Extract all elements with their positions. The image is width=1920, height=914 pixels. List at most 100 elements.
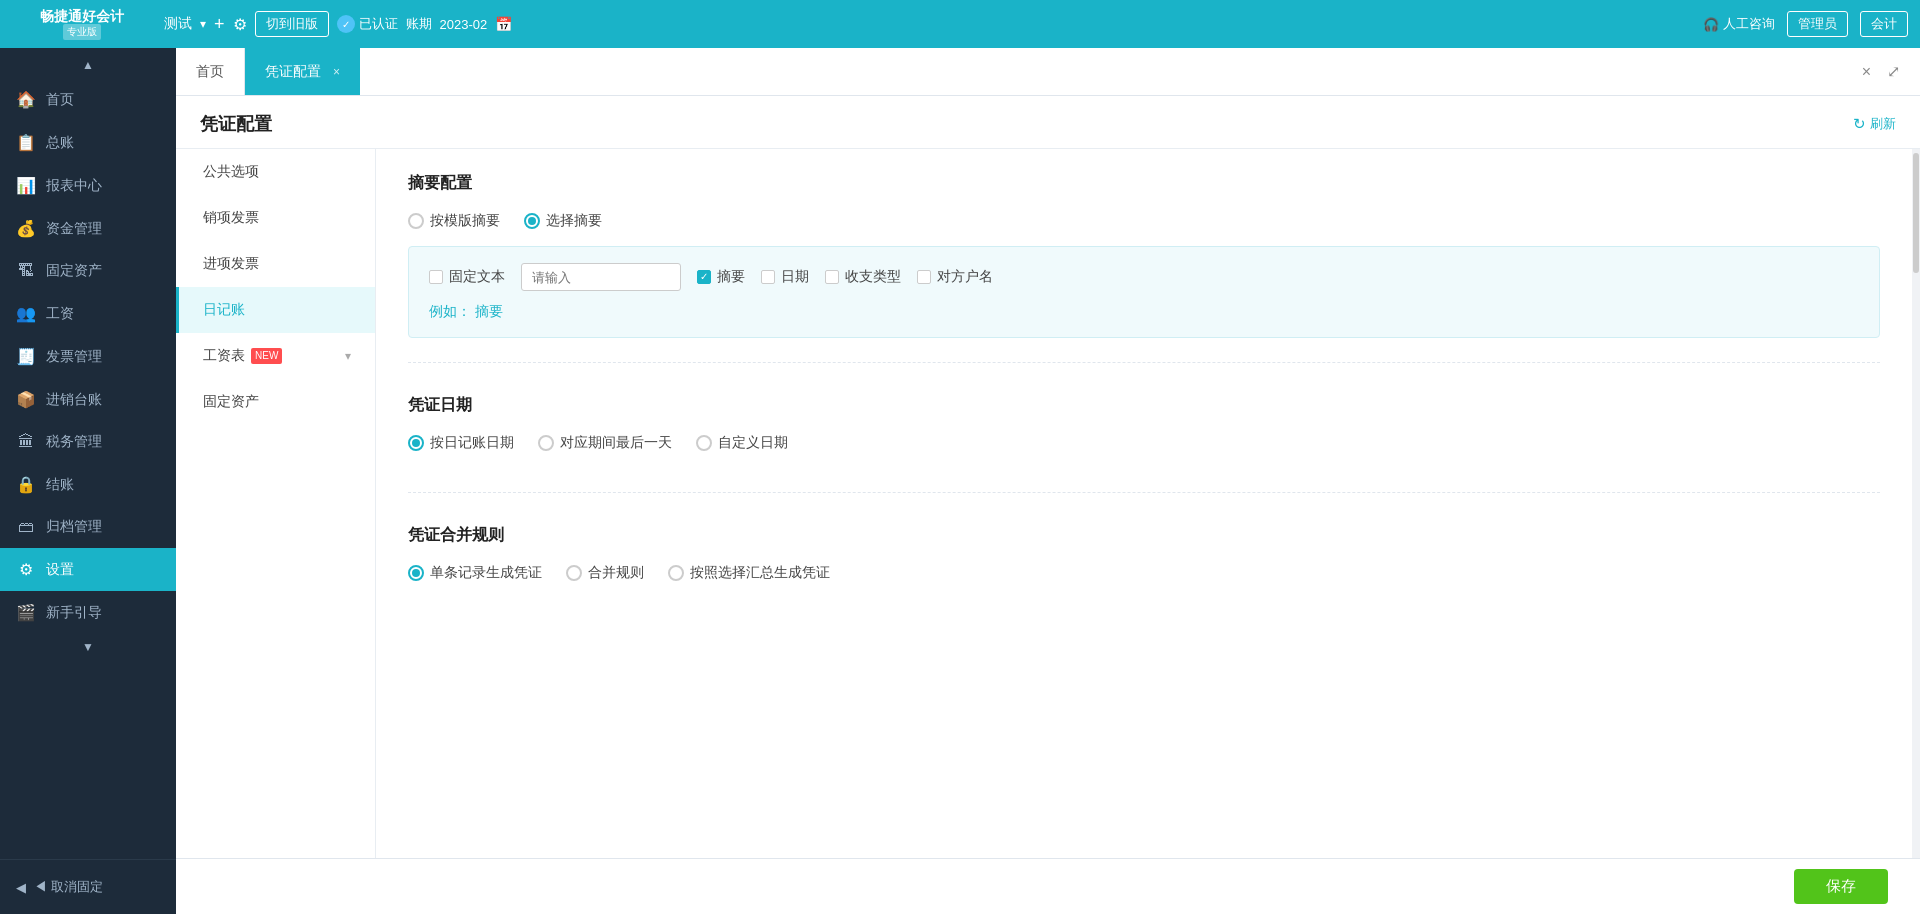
- certified-label: 已认证: [359, 15, 398, 33]
- date-section: 凭证日期 按日记账日期 对应期间最后一天: [408, 395, 1880, 493]
- radio-merge-rule[interactable]: 合并规则: [566, 564, 644, 582]
- settings-sidebar-icon: ⚙: [16, 560, 36, 579]
- reports-icon: 📊: [16, 176, 36, 195]
- refresh-btn[interactable]: ↻ 刷新: [1853, 115, 1896, 133]
- right-scrollbar[interactable]: [1912, 149, 1920, 858]
- support-icon: 🎧: [1703, 17, 1719, 32]
- period-value: 2023-02: [440, 17, 488, 32]
- merge-section-title: 凭证合并规则: [408, 525, 1880, 546]
- checkbox-counterparty[interactable]: 对方户名: [917, 268, 993, 286]
- pin-icon: ◀: [16, 880, 26, 895]
- purchase-sales-icon: 📦: [16, 390, 36, 409]
- radio-single[interactable]: 单条记录生成凭证: [408, 564, 542, 582]
- summary-section: 摘要配置 按模版摘要 选择摘要: [408, 173, 1880, 363]
- example-text: 例如： 摘要: [429, 303, 1859, 321]
- radio-merge-rule-circle: [566, 565, 582, 581]
- checkbox-summary[interactable]: 摘要: [697, 268, 745, 286]
- sidebar-item-purchase-sales[interactable]: 📦 进销台账: [0, 378, 176, 421]
- radio-select-circle: [524, 213, 540, 229]
- sidebar: ▲ 🏠 首页 📋 总账 📊 报表中心 💰 资金管理 🏗 固定资产: [0, 48, 176, 914]
- checkbox-payment-type-box: [825, 270, 839, 284]
- radio-period-last[interactable]: 对应期间最后一天: [538, 434, 672, 452]
- home-icon: 🏠: [16, 90, 36, 109]
- sidebar-scroll: ▲ 🏠 首页 📋 总账 📊 报表中心 💰 资金管理 🏗 固定资产: [0, 48, 176, 859]
- page-content: 凭证配置 ↻ 刷新 公共选项 销项发票 进项发票: [176, 96, 1920, 914]
- invoice-icon: 🧾: [16, 347, 36, 366]
- sidebar-item-settings[interactable]: ⚙ 设置: [0, 548, 176, 591]
- sidebar-item-label-tax: 税务管理: [46, 433, 102, 451]
- scrollbar-thumb: [1913, 153, 1919, 273]
- sidebar-item-archive[interactable]: 🗃 归档管理: [0, 506, 176, 548]
- accountant-btn[interactable]: 会计: [1860, 11, 1908, 37]
- tab-voucher-config[interactable]: 凭证配置 ×: [245, 48, 360, 95]
- tab-home[interactable]: 首页: [176, 48, 245, 95]
- sidebar-item-label-fixed-assets: 固定资产: [46, 262, 102, 280]
- calendar-icon[interactable]: 📅: [495, 16, 512, 32]
- support-label: 人工咨询: [1723, 15, 1775, 33]
- sidebar-item-fixed-assets[interactable]: 🏗 固定资产: [0, 250, 176, 292]
- sidebar-item-label-guide: 新手引导: [46, 604, 102, 622]
- tab-close-btn[interactable]: ×: [333, 65, 340, 79]
- certified-icon: ✓: [337, 15, 355, 33]
- left-nav-fixed-assets[interactable]: 固定资产: [176, 379, 375, 425]
- fixed-text-input[interactable]: [521, 263, 681, 291]
- radio-custom-date[interactable]: 自定义日期: [696, 434, 788, 452]
- tab-expand-btn[interactable]: ⤢: [1883, 58, 1904, 85]
- user-btn[interactable]: 管理员: [1787, 11, 1848, 37]
- sidebar-item-payroll[interactable]: 👥 工资: [0, 292, 176, 335]
- left-nav-public[interactable]: 公共选项: [176, 149, 375, 195]
- sidebar-item-label-closing: 结账: [46, 476, 74, 494]
- sidebar-item-invoice[interactable]: 🧾 发票管理: [0, 335, 176, 378]
- company-dropdown-icon[interactable]: ▾: [200, 17, 206, 31]
- add-company-icon[interactable]: +: [214, 14, 225, 35]
- tab-close-window-btn[interactable]: ×: [1858, 59, 1875, 85]
- unpin-btn[interactable]: ◀ ◀ 取消固定: [0, 870, 176, 904]
- archive-icon: 🗃: [16, 518, 36, 536]
- left-nav-purchase[interactable]: 进项发票: [176, 241, 375, 287]
- new-badge: NEW: [251, 348, 282, 364]
- sidebar-item-label-archive: 归档管理: [46, 518, 102, 536]
- certified-badge: ✓ 已认证: [337, 15, 398, 33]
- sidebar-item-guide[interactable]: 🎬 新手引导: [0, 591, 176, 634]
- settings-icon[interactable]: ⚙: [233, 15, 247, 34]
- sidebar-item-home[interactable]: 🏠 首页: [0, 78, 176, 121]
- left-nav-payroll[interactable]: 工资表 NEW ▾: [176, 333, 375, 379]
- closing-icon: 🔒: [16, 475, 36, 494]
- sidebar-item-label-reports: 报表中心: [46, 177, 102, 195]
- summary-config-row: 固定文本 摘要 日期: [429, 263, 1859, 291]
- sidebar-item-funds[interactable]: 💰 资金管理: [0, 207, 176, 250]
- radio-journal-date[interactable]: 按日记账日期: [408, 434, 514, 452]
- sidebar-scroll-down[interactable]: ▼: [0, 634, 176, 660]
- main-layout: ▲ 🏠 首页 📋 总账 📊 报表中心 💰 资金管理 🏗 固定资产: [0, 48, 1920, 914]
- checkbox-date[interactable]: 日期: [761, 268, 809, 286]
- radio-select-summary[interactable]: 选择摘要: [524, 212, 602, 230]
- checkbox-counterparty-box: [917, 270, 931, 284]
- checkbox-fixed-text[interactable]: 固定文本: [429, 268, 505, 286]
- save-btn[interactable]: 保存: [1794, 869, 1888, 904]
- sidebar-scroll-up[interactable]: ▲: [0, 52, 176, 78]
- radio-template-summary[interactable]: 按模版摘要: [408, 212, 500, 230]
- page-title: 凭证配置: [200, 112, 272, 136]
- radio-period-last-circle: [538, 435, 554, 451]
- support-btn[interactable]: 🎧 人工咨询: [1703, 15, 1775, 33]
- bottom-bar: 保存: [176, 858, 1920, 914]
- checkbox-summary-box: [697, 270, 711, 284]
- switch-to-old-btn[interactable]: 切到旧版: [255, 11, 329, 37]
- sidebar-item-ledger[interactable]: 📋 总账: [0, 121, 176, 164]
- date-section-title: 凭证日期: [408, 395, 1880, 416]
- left-nav-journal[interactable]: 日记账: [176, 287, 375, 333]
- left-nav-sales[interactable]: 销项发票: [176, 195, 375, 241]
- radio-custom-date-circle: [696, 435, 712, 451]
- sidebar-item-label-home: 首页: [46, 91, 74, 109]
- radio-select-merge[interactable]: 按照选择汇总生成凭证: [668, 564, 830, 582]
- checkbox-payment-type[interactable]: 收支类型: [825, 268, 901, 286]
- sidebar-item-closing[interactable]: 🔒 结账: [0, 463, 176, 506]
- sidebar-item-reports[interactable]: 📊 报表中心: [0, 164, 176, 207]
- logo-main-text: 畅捷通好会计: [40, 8, 124, 25]
- topbar-right: 🎧 人工咨询 管理员 会计: [1703, 11, 1908, 37]
- right-content: 摘要配置 按模版摘要 选择摘要: [376, 149, 1912, 858]
- radio-single-circle: [408, 565, 424, 581]
- sidebar-item-tax[interactable]: 🏛 税务管理: [0, 421, 176, 463]
- tab-bar-actions: × ⤢: [1858, 58, 1920, 85]
- summary-radio-group: 按模版摘要 选择摘要: [408, 212, 1880, 230]
